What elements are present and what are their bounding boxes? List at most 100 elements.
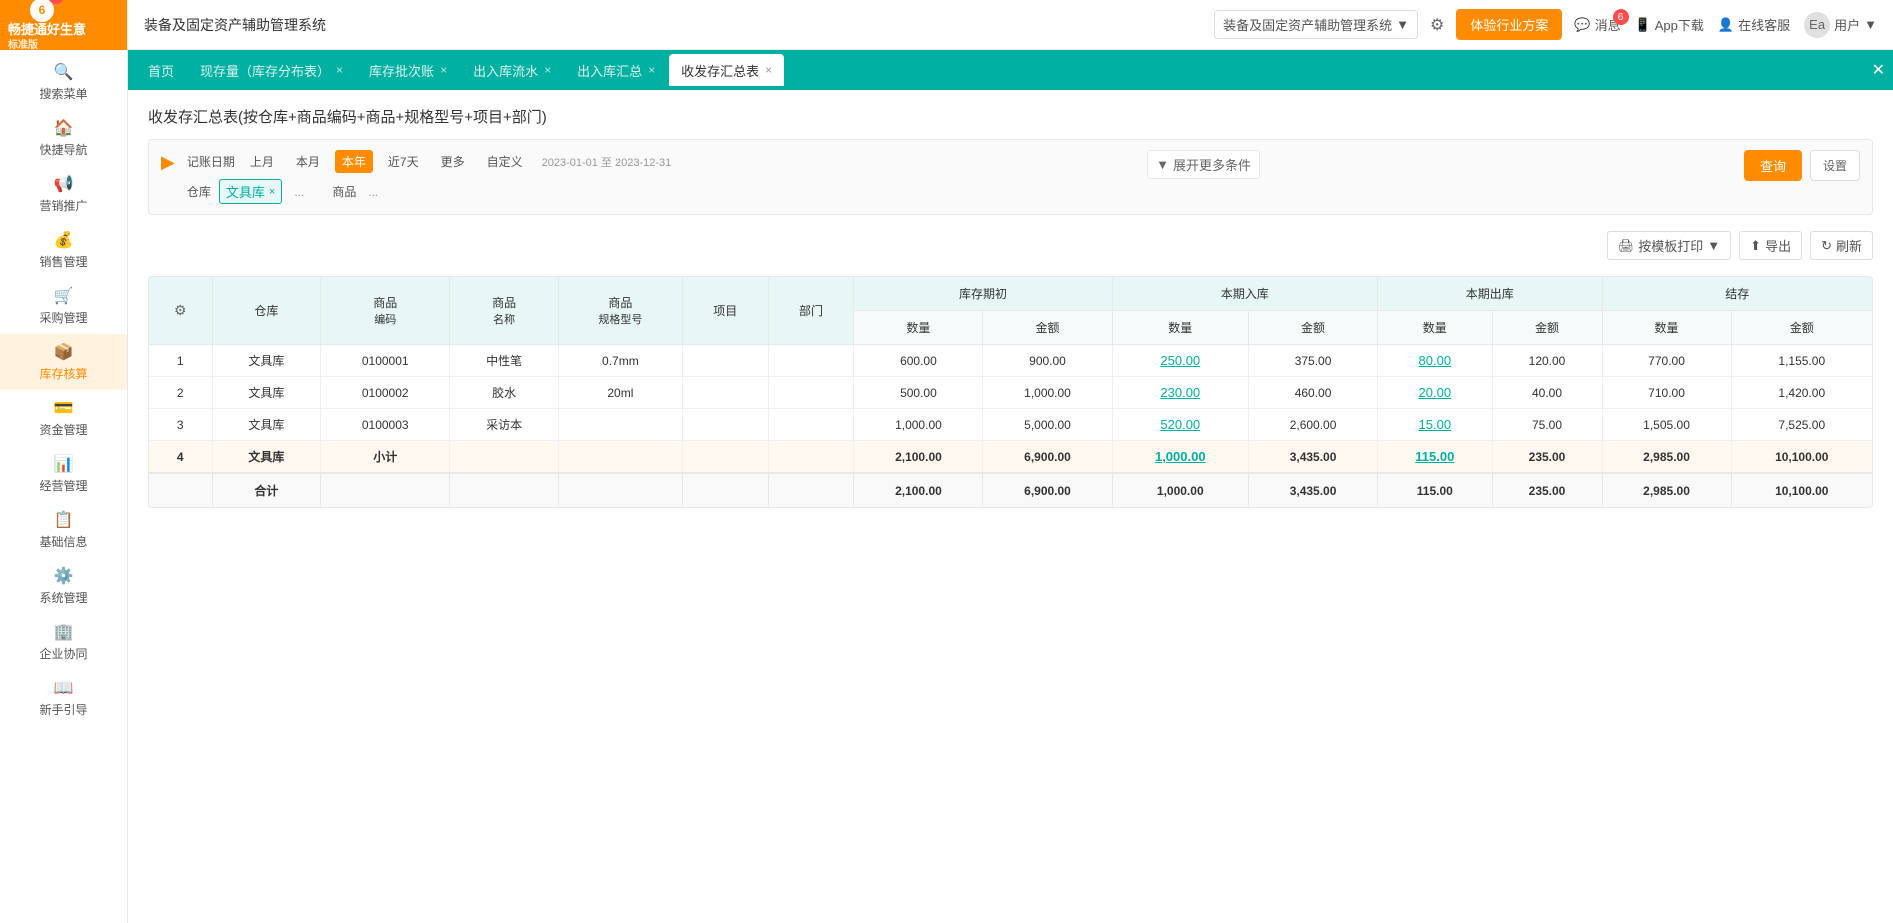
enterprise-icon: 🏢 [54, 622, 74, 642]
sidebar-label-basic: 基础信息 [39, 533, 87, 550]
row1-name: 中性笔 [450, 345, 559, 377]
row2-project [682, 377, 768, 409]
row1-in-qty[interactable]: 250.00 [1112, 345, 1248, 377]
tab-batch[interactable]: 库存批次账 × [357, 54, 459, 86]
tab-inout-flow[interactable]: 出入库流水 × [461, 54, 563, 86]
subtotal-out-qty[interactable]: 115.00 [1378, 441, 1492, 474]
total-bal-amt: 10,100.00 [1731, 473, 1872, 507]
row3-no: 3 [149, 409, 212, 441]
data-table: ⚙ 仓库 商品编码 商品名称 商品规格型号 项目 部门 库存期初 本期入库 本期… [149, 277, 1872, 507]
row1-warehouse: 文具库 [212, 345, 321, 377]
date-btn-7days[interactable]: 近7天 [381, 150, 426, 173]
print-icon: 🖨 [1618, 238, 1635, 254]
expand-more-btn[interactable]: ▼ 展开更多条件 [1147, 150, 1260, 179]
trial-button[interactable]: 体验行业方案 [1456, 9, 1562, 40]
settings-button[interactable]: 设置 [1810, 150, 1860, 181]
th-goods-spec: 商品规格型号 [558, 277, 682, 345]
inventory-icon: 📦 [54, 342, 74, 362]
row1-spec: 0.7mm [558, 345, 682, 377]
refresh-button[interactable]: ↻ 刷新 [1810, 231, 1873, 260]
sidebar-header: 6 6 畅捷通好生意 标准版 [0, 0, 127, 50]
total-init-amt: 6,900.00 [983, 473, 1112, 507]
sidebar-label-enterprise: 企业协同 [39, 645, 87, 662]
total-out-amt: 235.00 [1492, 473, 1602, 507]
query-button[interactable]: 查询 [1744, 150, 1802, 181]
sidebar-label-inventory: 库存核算 [39, 365, 87, 382]
tab-batch-close[interactable]: × [440, 63, 447, 77]
sidebar-item-system[interactable]: ⚙️ 系统管理 [0, 558, 127, 614]
tab-inventory-dist[interactable]: 现存量（库存分布表） × [188, 54, 355, 86]
system-icon: ⚙️ [54, 566, 74, 586]
tabbar-close-icon[interactable]: ✕ [1872, 60, 1885, 80]
row3-code: 0100003 [321, 409, 450, 441]
tab-inout-summary[interactable]: 出入库汇总 × [565, 54, 667, 86]
user-action[interactable]: Ea 用户 ▼ [1804, 12, 1877, 38]
export-button[interactable]: ⬆ 导出 [1739, 231, 1802, 260]
date-btn-this-month[interactable]: 本月 [289, 150, 327, 173]
expand-label: 展开更多条件 [1173, 155, 1251, 174]
subtotal-init-amt: 6,900.00 [983, 441, 1112, 474]
date-range: 2023-01-01 至 2023-12-31 [542, 154, 672, 170]
sidebar-item-enterprise[interactable]: 🏢 企业协同 [0, 614, 127, 670]
row3-out-amt: 75.00 [1492, 409, 1602, 441]
sidebar-item-sales[interactable]: 💰 销售管理 [0, 222, 127, 278]
tab-inout-summary-close[interactable]: × [648, 63, 655, 77]
gear-icon[interactable]: ⚙ [174, 302, 187, 318]
th-init-amt: 金额 [983, 311, 1112, 345]
toolbar-right: 🖨 按模板打印 ▼ ⬆ 导出 ↻ 刷新 [1607, 231, 1873, 260]
warehouse-tag[interactable]: 文具库 × [219, 179, 282, 204]
date-label: 记账日期 [187, 153, 235, 170]
row2-out-qty[interactable]: 20.00 [1378, 377, 1492, 409]
subtotal-init-qty: 2,100.00 [854, 441, 983, 474]
row2-spec: 20ml [558, 377, 682, 409]
tab-home[interactable]: 首页 [136, 54, 186, 86]
subtotal-label: 小计 [321, 441, 450, 474]
sidebar-item-inventory[interactable]: 📦 库存核算 [0, 334, 127, 390]
app-download-action[interactable]: 📱 App下载 [1635, 15, 1704, 34]
sidebar-item-business[interactable]: 📊 经营管理 [0, 446, 127, 502]
sidebar-item-search[interactable]: 🔍 搜索菜单 [0, 54, 127, 110]
filter-expand-arrow[interactable]: ▶ [161, 152, 175, 173]
date-btn-last-month[interactable]: 上月 [243, 150, 281, 173]
settings-icon[interactable]: ⚙ [1430, 15, 1444, 35]
date-btn-this-year[interactable]: 本年 [335, 150, 373, 173]
print-button[interactable]: 🖨 按模板打印 ▼ [1607, 231, 1731, 260]
online-service-action[interactable]: 👤 在线客服 [1718, 15, 1790, 34]
row3-init-amt: 5,000.00 [983, 409, 1112, 441]
row1-init-amt: 900.00 [983, 345, 1112, 377]
row3-in-amt: 2,600.00 [1249, 409, 1378, 441]
th-dept: 部门 [768, 277, 854, 345]
warehouse-tag-close[interactable]: × [269, 186, 275, 198]
sidebar-label-marketing: 营销推广 [39, 197, 87, 214]
total-bal-qty: 2,985.00 [1602, 473, 1731, 507]
row2-code: 0100002 [321, 377, 450, 409]
tab-rec-sum-close[interactable]: × [765, 63, 772, 77]
goods-more[interactable]: ... [368, 185, 378, 199]
subtotal-in-qty[interactable]: 1,000.00 [1112, 441, 1248, 474]
date-btn-custom[interactable]: 自定义 [480, 150, 530, 173]
th-gear[interactable]: ⚙ [149, 277, 212, 345]
sidebar-item-capital[interactable]: 💳 资金管理 [0, 390, 127, 446]
sidebar-item-quicknav[interactable]: 🏠 快捷导航 [0, 110, 127, 166]
expand-icon: ▼ [1156, 157, 1169, 172]
row1-out-qty[interactable]: 80.00 [1378, 345, 1492, 377]
message-action[interactable]: 💬 消息 6 [1574, 15, 1620, 34]
sidebar-item-marketing[interactable]: 📢 营销推广 [0, 166, 127, 222]
date-btn-more[interactable]: 更多 [434, 150, 472, 173]
tab-inout-summary-label: 出入库汇总 [577, 61, 642, 80]
system-dropdown[interactable]: 装备及固定资产辅助管理系统 ▼ [1214, 10, 1418, 39]
sidebar-item-basic[interactable]: 📋 基础信息 [0, 502, 127, 558]
row3-bal-qty: 1,505.00 [1602, 409, 1731, 441]
th-out-qty: 数量 [1378, 311, 1492, 345]
sidebar-item-purchase[interactable]: 🛒 采购管理 [0, 278, 127, 334]
row3-out-qty[interactable]: 15.00 [1378, 409, 1492, 441]
tab-inout-flow-close[interactable]: × [544, 63, 551, 77]
tab-rec-sum-label: 收发存汇总表 [681, 61, 759, 80]
sidebar-item-guide[interactable]: 📖 新手引导 [0, 670, 127, 726]
row2-in-qty[interactable]: 230.00 [1112, 377, 1248, 409]
row3-in-qty[interactable]: 520.00 [1112, 409, 1248, 441]
tab-rec-sum[interactable]: 收发存汇总表 × [669, 54, 784, 86]
tab-inventory-dist-close[interactable]: × [336, 63, 343, 77]
table-row: 2 文具库 0100002 胶水 20ml 500.00 1,000.00 23… [149, 377, 1872, 409]
warehouse-more[interactable]: ... [294, 185, 304, 199]
